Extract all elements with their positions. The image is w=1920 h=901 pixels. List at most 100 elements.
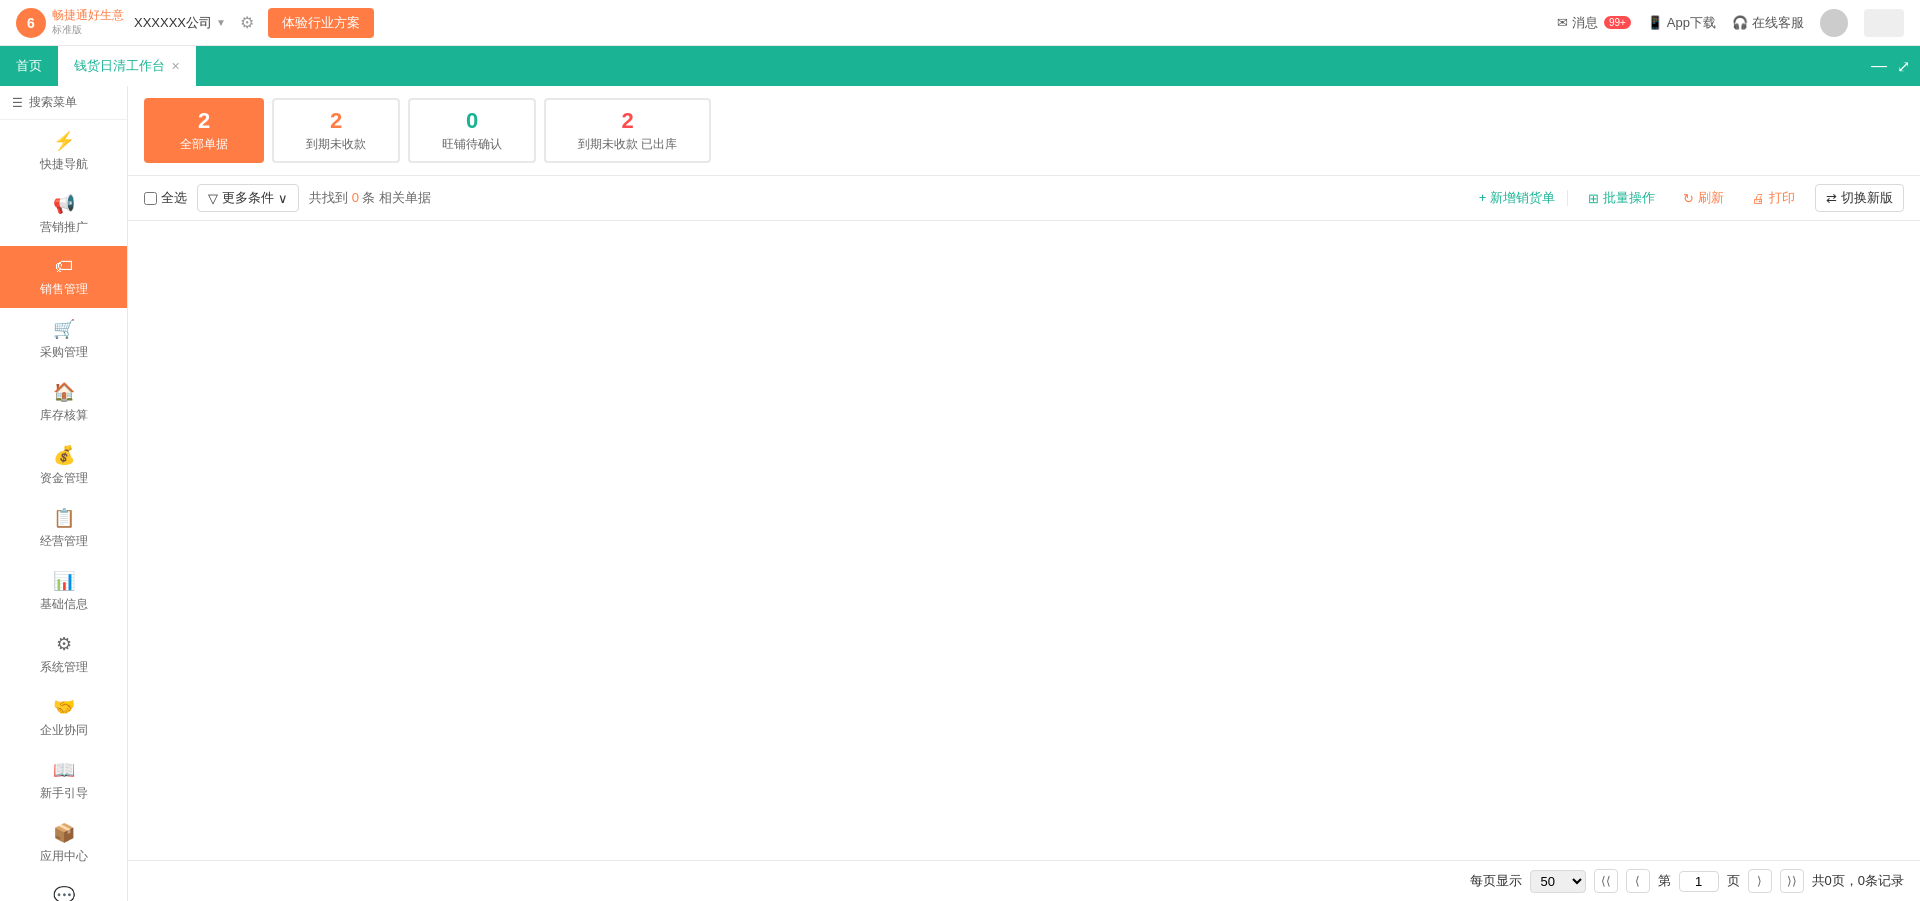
- switch-version-button[interactable]: ⇄ 切换新版: [1815, 184, 1904, 212]
- toolbar-right: + 新增销货单 ⊞ 批量操作 ↻ 刷新 🖨 打印 ⇄ 切换新版: [1479, 184, 1904, 212]
- tab-home-label: 首页: [16, 57, 42, 75]
- card-overdue[interactable]: 2 到期未收款: [272, 98, 400, 163]
- operations-icon: 📋: [53, 507, 75, 529]
- trial-button[interactable]: 体验行业方案: [268, 8, 374, 38]
- service-icon: 🎧: [1732, 15, 1748, 30]
- divider-1: [1567, 190, 1568, 206]
- tab-maximize-button[interactable]: ⤢: [1897, 57, 1910, 76]
- sidebar-item-guide[interactable]: 📖 新手引导: [0, 749, 127, 812]
- search-menu-icon: ☰: [12, 96, 23, 110]
- basic-info-label: 基础信息: [40, 596, 88, 613]
- guide-icon: 📖: [53, 759, 75, 781]
- per-page-select[interactable]: 10 20 50 100: [1530, 870, 1586, 893]
- next-page-button[interactable]: ⟩: [1748, 869, 1772, 893]
- tab-home[interactable]: 首页: [0, 46, 58, 86]
- tab-bar-actions: — ⤢: [1871, 57, 1920, 76]
- sidebar-item-wechat[interactable]: 💬 企业微信: [0, 875, 127, 901]
- filter-chevron-icon: ∨: [278, 191, 288, 206]
- card-all[interactable]: 2 全部单据: [144, 98, 264, 163]
- toolbar-left: 全选 ▽ 更多条件 ∨ 共找到 0 条 相关单据: [144, 184, 431, 212]
- header-left: 6 畅捷通好生意 标准版 XXXXXX公司 ▼ ⚙ 体验行业方案: [16, 8, 374, 38]
- card-all-num: 2: [198, 108, 210, 134]
- settings-icon[interactable]: ⚙: [236, 9, 258, 36]
- company-selector[interactable]: XXXXXX公司 ▼: [134, 14, 226, 32]
- tab-workbench-label: 钱货日清工作台: [74, 57, 165, 75]
- sidebar-item-enterprise[interactable]: 🤝 企业协同: [0, 686, 127, 749]
- print-button[interactable]: 🖨 打印: [1744, 185, 1803, 211]
- header-right: ✉ 消息 99+ 📱 App下载 🎧 在线客服: [1557, 9, 1904, 37]
- card-pending-num: 0: [466, 108, 478, 134]
- top-header: 6 畅捷通好生意 标准版 XXXXXX公司 ▼ ⚙ 体验行业方案 ✉ 消息 99…: [0, 0, 1920, 46]
- page-label: 第: [1658, 872, 1671, 890]
- add-order-button[interactable]: + 新增销货单: [1479, 189, 1555, 207]
- marketing-label: 营销推广: [40, 219, 88, 236]
- sidebar-item-quick-nav[interactable]: ⚡ 快捷导航: [0, 120, 127, 183]
- sidebar-item-system[interactable]: ⚙ 系统管理: [0, 623, 127, 686]
- total-records: 共0页，0条记录: [1812, 872, 1904, 890]
- refresh-button[interactable]: ↻ 刷新: [1675, 185, 1732, 211]
- batch-operation-button[interactable]: ⊞ 批量操作: [1580, 185, 1663, 211]
- tab-workbench[interactable]: 钱货日清工作台 ✕: [58, 46, 196, 86]
- online-service-action[interactable]: 🎧 在线客服: [1732, 14, 1804, 32]
- purchase-icon: 🛒: [53, 318, 75, 340]
- more-filters-label: 更多条件: [222, 189, 274, 207]
- last-page-button[interactable]: ⟩⟩: [1780, 869, 1804, 893]
- sidebar-item-sales[interactable]: 🏷 销售管理: [0, 246, 127, 308]
- switch-label: 切换新版: [1841, 189, 1893, 207]
- message-action[interactable]: ✉ 消息 99+: [1557, 14, 1631, 32]
- refresh-icon: ↻: [1683, 191, 1694, 206]
- sidebar-item-operations[interactable]: 📋 经营管理: [0, 497, 127, 560]
- logo-area: 6 畅捷通好生意 标准版: [16, 8, 124, 38]
- current-page-input[interactable]: [1679, 871, 1719, 892]
- chevron-down-icon: ▼: [216, 17, 226, 28]
- select-all-label[interactable]: 全选: [144, 189, 187, 207]
- tab-close-icon[interactable]: ✕: [171, 60, 180, 73]
- message-label: 消息: [1572, 14, 1598, 32]
- inventory-label: 库存核算: [40, 407, 88, 424]
- finance-label: 资金管理: [40, 470, 88, 487]
- avatar[interactable]: [1820, 9, 1848, 37]
- pagination: 每页显示 10 20 50 100 ⟨⟨ ⟨ 第 页 ⟩ ⟩⟩ 共0页，0条记录: [128, 860, 1920, 901]
- table-area: [128, 221, 1920, 860]
- app-download-action[interactable]: 📱 App下载: [1647, 14, 1716, 32]
- sidebar-item-marketing[interactable]: 📢 营销推广: [0, 183, 127, 246]
- select-all-checkbox[interactable]: [144, 192, 157, 205]
- apps-icon: 📦: [53, 822, 75, 844]
- sidebar-search[interactable]: ☰ 搜索菜单: [0, 86, 127, 120]
- logo-sub: 标准版: [52, 23, 124, 37]
- first-page-button[interactable]: ⟨⟨: [1594, 869, 1618, 893]
- guide-label: 新手引导: [40, 785, 88, 802]
- batch-label: 批量操作: [1603, 189, 1655, 207]
- system-icon: ⚙: [56, 633, 72, 655]
- sidebar-item-inventory[interactable]: 🏠 库存核算: [0, 371, 127, 434]
- summary-cards: 2 全部单据 2 到期未收款 0 旺铺待确认 2 到期未收款 已出库: [128, 86, 1920, 176]
- filter-icon: ▽: [208, 191, 218, 206]
- system-label: 系统管理: [40, 659, 88, 676]
- prev-page-button[interactable]: ⟨: [1626, 869, 1650, 893]
- sidebar-item-finance[interactable]: 💰 资金管理: [0, 434, 127, 497]
- per-page-label: 每页显示: [1470, 872, 1522, 890]
- card-shipped-num: 2: [622, 108, 634, 134]
- online-service-label: 在线客服: [1752, 14, 1804, 32]
- inventory-icon: 🏠: [53, 381, 75, 403]
- apps-label: 应用中心: [40, 848, 88, 865]
- logo-text-area: 畅捷通好生意 标准版: [52, 8, 124, 36]
- quick-nav-label: 快捷导航: [40, 156, 88, 173]
- finance-icon: 💰: [53, 444, 75, 466]
- purchase-label: 采购管理: [40, 344, 88, 361]
- card-all-label: 全部单据: [180, 136, 228, 153]
- download-icon: 📱: [1647, 15, 1663, 30]
- search-menu-label: 搜索菜单: [29, 94, 77, 111]
- toolbar: 全选 ▽ 更多条件 ∨ 共找到 0 条 相关单据 + 新增销货单 ⊞: [128, 176, 1920, 221]
- tab-minimize-button[interactable]: —: [1871, 57, 1887, 75]
- print-icon: 🖨: [1752, 191, 1765, 206]
- basic-info-icon: 📊: [53, 570, 75, 592]
- card-shipped[interactable]: 2 到期未收款 已出库: [544, 98, 711, 163]
- card-pending[interactable]: 0 旺铺待确认: [408, 98, 536, 163]
- operations-label: 经营管理: [40, 533, 88, 550]
- sidebar-item-apps[interactable]: 📦 应用中心: [0, 812, 127, 875]
- more-filters-button[interactable]: ▽ 更多条件 ∨: [197, 184, 299, 212]
- refresh-label: 刷新: [1698, 189, 1724, 207]
- sidebar-item-basic-info[interactable]: 📊 基础信息: [0, 560, 127, 623]
- sidebar-item-purchase[interactable]: 🛒 采购管理: [0, 308, 127, 371]
